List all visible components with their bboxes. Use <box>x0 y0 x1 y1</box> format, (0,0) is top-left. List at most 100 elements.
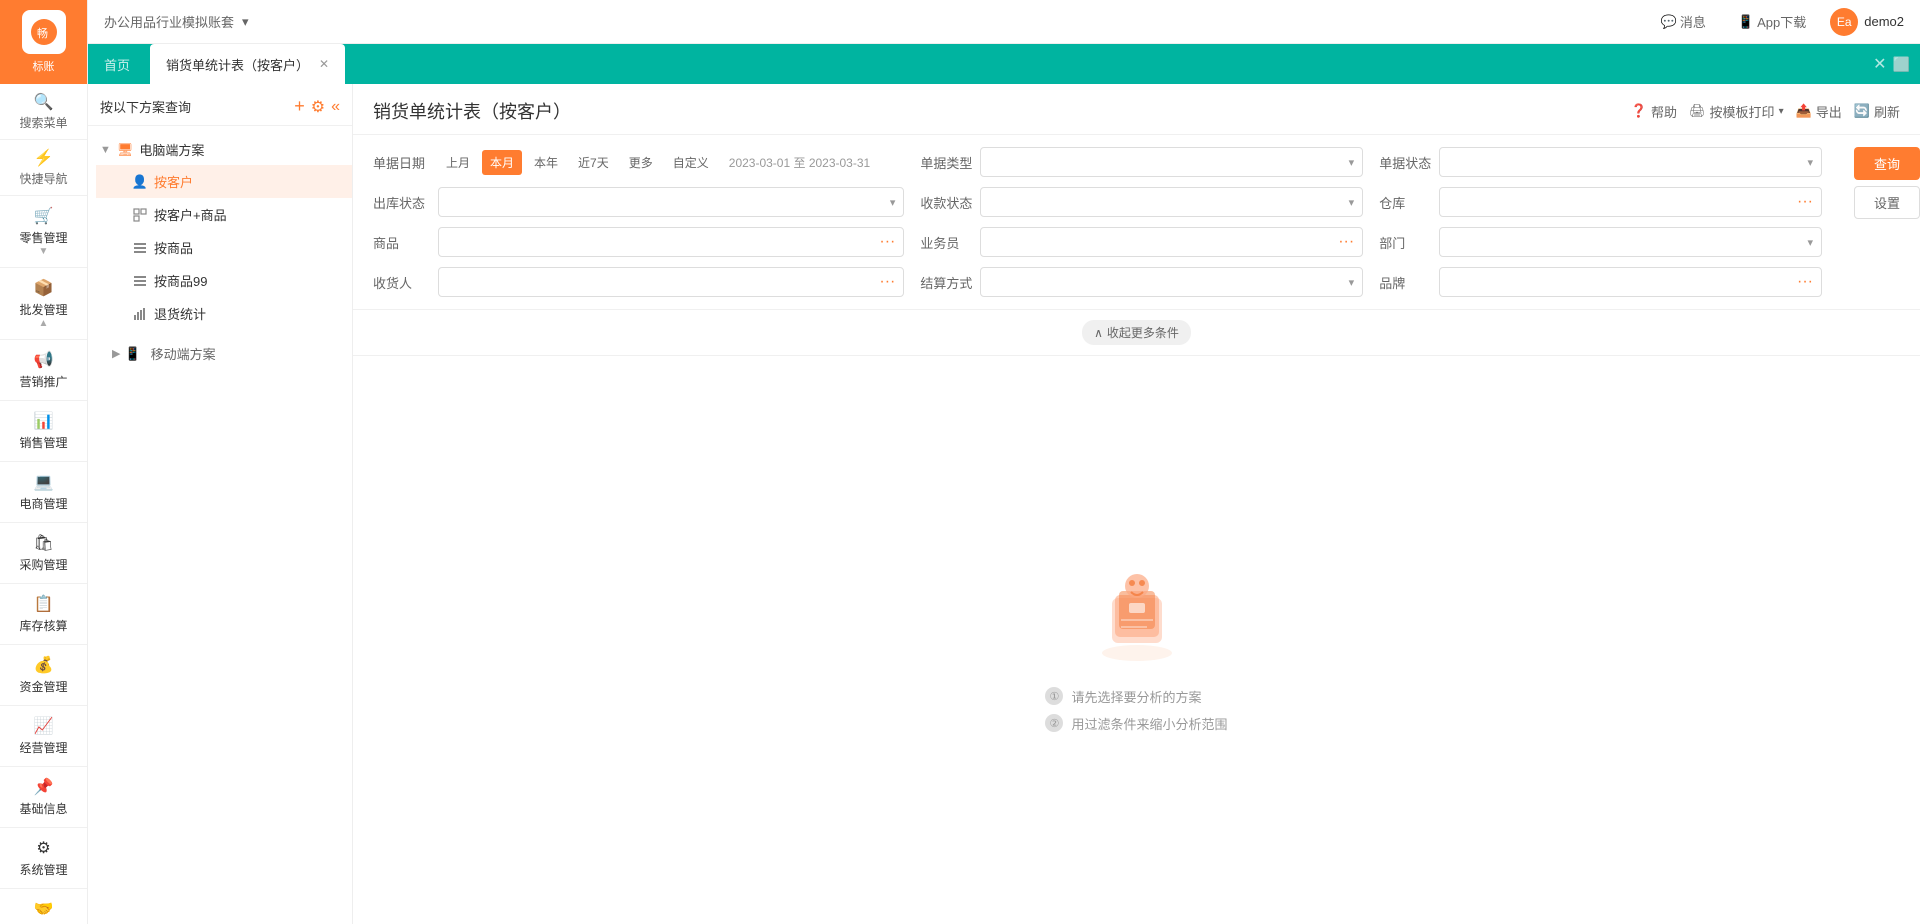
scheme-item-customer-goods[interactable]: 按客户+商品 <box>96 198 352 231</box>
sidebar: 畅 标账 🔍 搜索菜单 ⚡ 快捷导航 🛒 零售管理 ▼ 📦 批发管理 ▲ 📢 营… <box>0 0 88 924</box>
receipt-status-select[interactable]: ▾ <box>980 187 1363 217</box>
desktop-scheme-section: ▼ 🖥 电脑端方案 👤 按客户 按客户+商品 <box>88 126 352 338</box>
settle-group: 结算方式 ▾ <box>920 267 1363 297</box>
topbar-app-btn[interactable]: 📱 App下载 <box>1730 8 1814 35</box>
tab-home[interactable]: 首页 <box>88 44 146 84</box>
goods-dots[interactable]: ··· <box>879 233 895 251</box>
empty-tip-1: ① 请先选择要分析的方案 <box>1045 687 1227 706</box>
out-status-select[interactable]: ▾ <box>438 187 904 217</box>
empty-state: ① 请先选择要分析的方案 ② 用过滤条件来缩小分析范围 <box>353 356 1920 924</box>
sidebar-item-operations[interactable]: 📈 经营管理 <box>0 706 87 767</box>
salesperson-group: 业务员 ··· <box>920 227 1363 257</box>
mobile-scheme-header[interactable]: ▶ 📱 移动端方案 <box>88 338 352 369</box>
add-scheme-btn[interactable]: + <box>294 96 305 117</box>
help-btn[interactable]: ❓ 帮助 <box>1631 102 1677 121</box>
brand-label: 品牌 <box>1379 273 1439 292</box>
system-icon: ⚙ <box>36 838 50 858</box>
scheme-item-by-goods[interactable]: 按商品 <box>96 231 352 264</box>
order-type-select[interactable]: ▾ <box>980 147 1363 177</box>
sidebar-item-retail[interactable]: 🛒 零售管理 ▼ <box>0 196 87 268</box>
empty-tips: ① 请先选择要分析的方案 ② 用过滤条件来缩小分析范围 <box>1045 687 1227 733</box>
left-panel-header: 按以下方案查询 + ⚙ « <box>88 96 352 126</box>
topbar: 办公用品行业模拟账套 ▾ 💬 消息 📱 App下载 Ea demo2 <box>88 0 1920 44</box>
tab-close-window-icon[interactable]: ✕ <box>1873 54 1886 74</box>
sidebar-item-wholesale[interactable]: 📦 批发管理 ▲ <box>0 268 87 340</box>
date-btn-this-month[interactable]: 本月 <box>482 150 522 175</box>
export-btn[interactable]: 📤 导出 <box>1796 102 1842 121</box>
wholesale-expand-icon: ▲ <box>39 318 49 329</box>
brand-dots[interactable]: ··· <box>1797 273 1813 291</box>
date-btn-this-year[interactable]: 本年 <box>526 150 566 175</box>
customer-goods-label: 按客户+商品 <box>154 205 227 224</box>
tab-maximize-icon[interactable]: ⬜ <box>1893 56 1910 73</box>
filter-row-4: 收货人 ··· 结算方式 ▾ <box>373 267 1822 297</box>
warehouse-input[interactable]: ··· <box>1439 187 1822 217</box>
operations-label: 经营管理 <box>19 739 67 756</box>
marketing-icon: 📢 <box>34 350 54 370</box>
tab-close-btn[interactable]: ✕ <box>319 57 329 71</box>
order-status-select[interactable]: ▾ <box>1439 147 1822 177</box>
by-goods-label: 按商品 <box>154 238 193 257</box>
query-button[interactable]: 查询 <box>1854 147 1920 180</box>
department-group: 部门 ▾ <box>1379 227 1822 257</box>
date-btn-custom[interactable]: 自定义 <box>665 150 717 175</box>
brand-input[interactable]: ··· <box>1439 267 1822 297</box>
scheme-item-by-goods99[interactable]: 按商品99 <box>96 264 352 297</box>
sidebar-item-ecommerce[interactable]: 💻 电商管理 <box>0 462 87 523</box>
print-btn[interactable]: 🖨 按模板打印 ▾ <box>1689 102 1784 121</box>
sidebar-item-system[interactable]: ⚙ 系统管理 <box>0 828 87 889</box>
date-btn-7days[interactable]: 近7天 <box>570 150 617 175</box>
print-dropdown-arrow[interactable]: ▾ <box>1779 106 1784 117</box>
marketing-label: 营销推广 <box>19 373 67 390</box>
sidebar-logo[interactable]: 畅 标账 <box>0 0 87 84</box>
sidebar-quick-nav[interactable]: ⚡ 快捷导航 <box>0 140 87 196</box>
receiver-dots[interactable]: ··· <box>879 273 895 291</box>
order-status-label: 单据状态 <box>1379 153 1439 172</box>
purchase-icon: 🛍 <box>33 533 53 553</box>
scheme-item-return-stats[interactable]: 退货统计 <box>96 297 352 330</box>
goods-group: 商品 ··· <box>373 227 904 257</box>
sidebar-item-marketing[interactable]: 📢 营销推广 <box>0 340 87 401</box>
filter-action-buttons: 查询 设置 <box>1842 135 1920 309</box>
scheme-item-by-customer[interactable]: 👤 按客户 <box>96 165 352 198</box>
print-icon: 🖨 <box>1689 103 1706 119</box>
department-select[interactable]: ▾ <box>1439 227 1822 257</box>
sidebar-item-purchase[interactable]: 🛍 采购管理 <box>0 523 87 584</box>
settle-select[interactable]: ▾ <box>980 267 1363 297</box>
basic-info-icon: 📌 <box>34 777 54 797</box>
topbar-user[interactable]: Ea demo2 <box>1830 8 1904 36</box>
refresh-icon: 🔄 <box>1854 103 1870 119</box>
topbar-dropdown-arrow[interactable]: ▾ <box>242 14 249 30</box>
left-panel-title: 按以下方案查询 <box>100 97 191 116</box>
date-btn-more[interactable]: 更多 <box>621 150 661 175</box>
topbar-username: demo2 <box>1864 14 1904 29</box>
warehouse-dots[interactable]: ··· <box>1797 193 1813 211</box>
tab-sales-stats[interactable]: 销货单统计表（按客户） ✕ <box>150 44 345 84</box>
sidebar-item-inventory[interactable]: 📋 库存核算 <box>0 584 87 645</box>
sidebar-item-collaboration[interactable]: 🤝 企业协同 <box>0 889 87 924</box>
desktop-scheme-items: 👤 按客户 按客户+商品 按商品 <box>88 165 352 330</box>
sidebar-search-nav[interactable]: 🔍 搜索菜单 <box>0 84 87 140</box>
salesperson-input[interactable]: ··· <box>980 227 1363 257</box>
avatar: Ea <box>1830 8 1858 36</box>
date-btn-last-month[interactable]: 上月 <box>438 150 478 175</box>
sidebar-item-sales[interactable]: 📊 销售管理 <box>0 401 87 462</box>
refresh-btn[interactable]: 🔄 刷新 <box>1854 102 1900 121</box>
receiver-input[interactable]: ··· <box>438 267 904 297</box>
settings-button[interactable]: 设置 <box>1854 186 1920 219</box>
sidebar-item-basic-info[interactable]: 📌 基础信息 <box>0 767 87 828</box>
goods-input[interactable]: ··· <box>438 227 904 257</box>
salesperson-dots[interactable]: ··· <box>1338 233 1354 251</box>
settings-scheme-btn[interactable]: ⚙ <box>311 96 325 117</box>
empty-tip-2: ② 用过滤条件来缩小分析范围 <box>1045 714 1227 733</box>
desktop-scheme-icon: 🖥 <box>117 142 134 158</box>
topbar-msg-btn[interactable]: 💬 消息 <box>1653 8 1714 35</box>
page-title: 销货单统计表（按客户） <box>373 98 571 124</box>
collapse-panel-btn[interactable]: « <box>331 96 340 117</box>
app-download-icon: 📱 <box>1738 14 1754 30</box>
receiver-label: 收货人 <box>373 273 438 292</box>
collapse-btn[interactable]: ∧ 收起更多条件 <box>1082 320 1191 345</box>
sidebar-item-finance[interactable]: 💰 资金管理 <box>0 645 87 706</box>
by-customer-label: 按客户 <box>154 172 193 191</box>
desktop-scheme-header[interactable]: ▼ 🖥 电脑端方案 <box>88 134 352 165</box>
